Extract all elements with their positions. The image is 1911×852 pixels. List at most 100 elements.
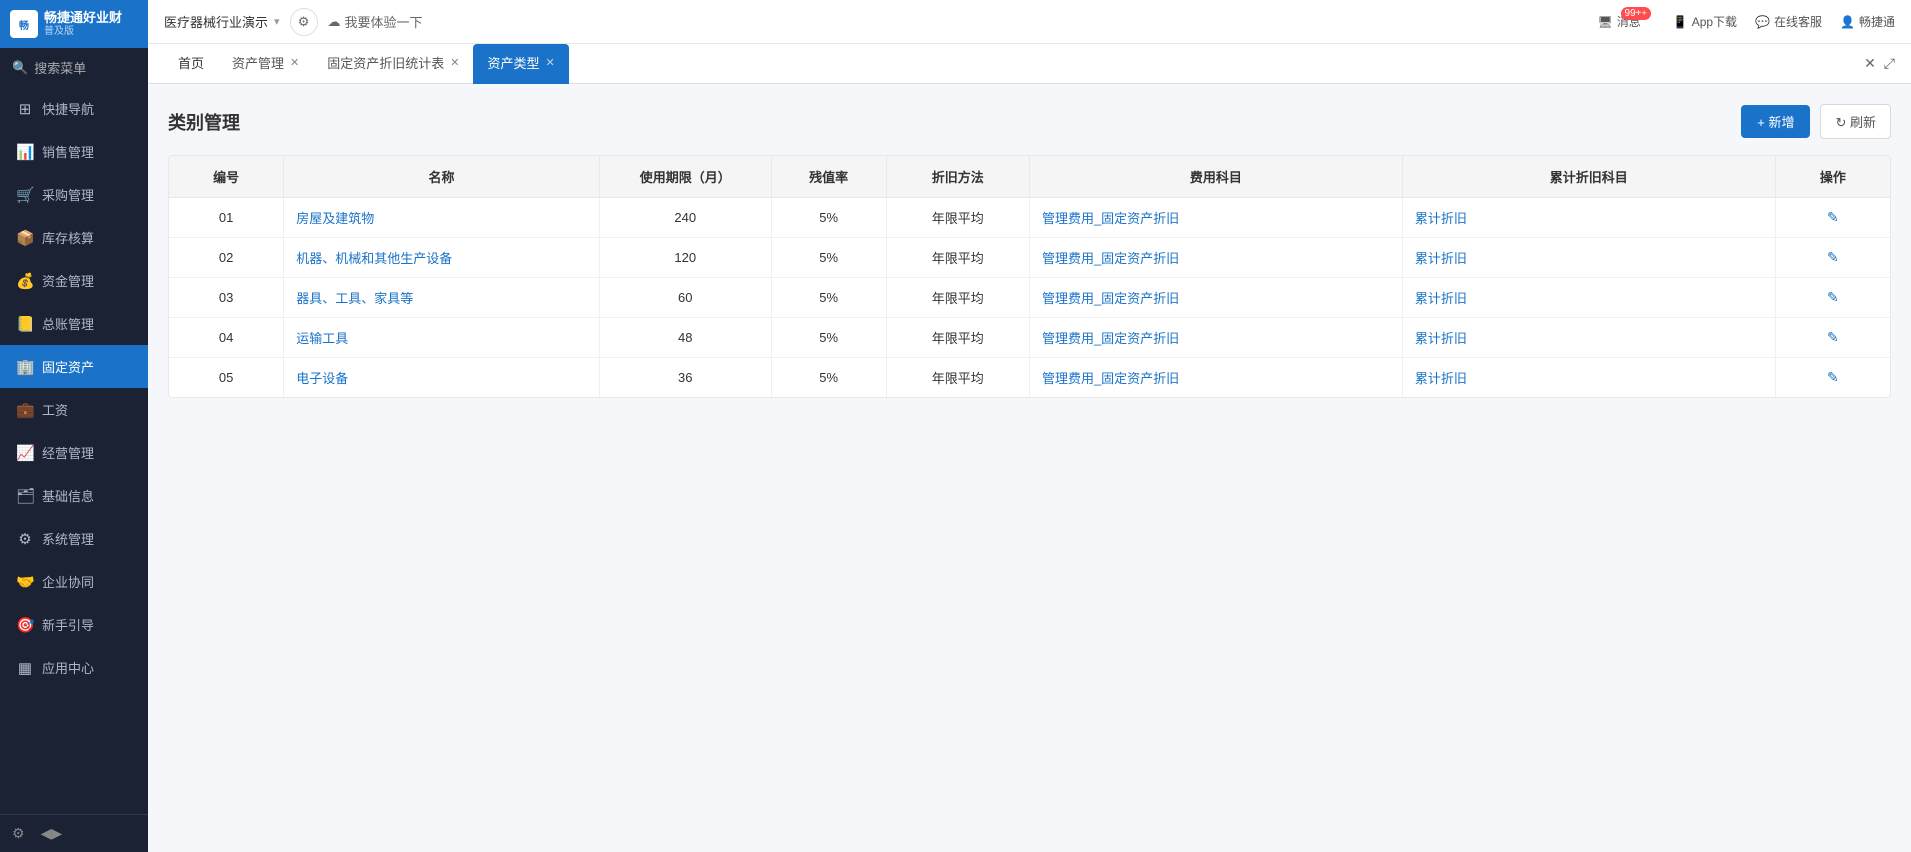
cell-accumulated: 累计折旧: [1402, 358, 1775, 398]
app-download-button[interactable]: 📱 App下载: [1673, 13, 1737, 30]
search-menu[interactable]: 🔍 搜索菜单: [0, 48, 148, 87]
guide-icon: 🎯: [16, 616, 34, 634]
operations-icon: 📈: [16, 444, 34, 462]
cell-expense: 管理费用_固定资产折旧: [1029, 198, 1402, 238]
trial-button[interactable]: ☁ 我要体验一下: [328, 12, 423, 31]
data-table-container: 编号 名称 使用期限（月） 残值率 折旧方法 费用科目 累计折旧科目 操作 01…: [168, 155, 1891, 398]
salary-icon: 💼: [16, 401, 34, 419]
col-header-accumulated: 累计折旧科目: [1402, 156, 1775, 198]
tab-home[interactable]: 首页: [164, 44, 218, 84]
message-icon: 🖥: [1598, 15, 1613, 29]
search-icon: 🔍: [12, 60, 28, 76]
tab-asset-type[interactable]: 资产类型 ✕: [473, 44, 568, 84]
cell-method: 年限平均: [886, 278, 1029, 318]
asset-type-table: 编号 名称 使用期限（月） 残值率 折旧方法 费用科目 累计折旧科目 操作 01…: [169, 156, 1890, 397]
sidebar-item-guide[interactable]: 🎯 新手引导: [0, 603, 148, 646]
edit-icon[interactable]: ✎: [1827, 249, 1839, 265]
settings-bottom-icon[interactable]: ⚙: [12, 825, 25, 842]
cell-action: ✎: [1775, 318, 1890, 358]
table-row: 01 房屋及建筑物 240 5% 年限平均 管理费用_固定资产折旧 累计折旧 ✎: [169, 198, 1890, 238]
sidebar-item-basic-info[interactable]: 🗂 基础信息: [0, 474, 148, 517]
cell-name: 房屋及建筑物: [284, 198, 600, 238]
ledger-icon: 📒: [16, 315, 34, 333]
company-chevron-icon: ▾: [274, 15, 280, 28]
cell-residual: 5%: [771, 278, 886, 318]
collapse-icon[interactable]: ◀▶: [41, 825, 63, 842]
sidebar-item-inventory[interactable]: 📦 库存核算: [0, 216, 148, 259]
sidebar-item-system[interactable]: ⚙ 系统管理: [0, 517, 148, 560]
edit-icon[interactable]: ✎: [1827, 289, 1839, 305]
quick-nav-icon: ⊞: [16, 100, 34, 118]
refresh-button[interactable]: ↻ 刷新: [1820, 104, 1891, 139]
cell-expense: 管理费用_固定资产折旧: [1029, 238, 1402, 278]
sidebar-item-capital[interactable]: 💰 资金管理: [0, 259, 148, 302]
purchase-icon: 🛒: [16, 186, 34, 204]
cell-id: 04: [169, 318, 284, 358]
sidebar-item-quick-nav[interactable]: ⊞ 快捷导航: [0, 87, 148, 130]
sidebar-item-operations[interactable]: 📈 经营管理: [0, 431, 148, 474]
main-area: 医疗器械行业演示 ▾ ⚙ ☁ 我要体验一下 🖥 消息 99++ 📱 App下载: [148, 0, 1911, 852]
system-icon: ⚙: [16, 530, 34, 548]
cell-id: 02: [169, 238, 284, 278]
cloud-icon: ☁: [328, 14, 341, 30]
tab-asset-mgmt[interactable]: 资产管理 ✕: [218, 44, 313, 84]
close-asset-mgmt-icon[interactable]: ✕: [290, 56, 299, 69]
avatar-icon: 👤: [1840, 15, 1855, 29]
cell-method: 年限平均: [886, 358, 1029, 398]
table-row: 02 机器、机械和其他生产设备 120 5% 年限平均 管理费用_固定资产折旧 …: [169, 238, 1890, 278]
cell-name: 运输工具: [284, 318, 600, 358]
edit-icon[interactable]: ✎: [1827, 209, 1839, 225]
col-header-id: 编号: [169, 156, 284, 198]
cell-name: 器具、工具、家具等: [284, 278, 600, 318]
sidebar-item-app-center[interactable]: ▦ 应用中心: [0, 646, 148, 689]
edit-icon[interactable]: ✎: [1827, 329, 1839, 345]
company-selector[interactable]: 医疗器械行业演示 ▾: [164, 12, 280, 31]
cell-accumulated: 累计折旧: [1402, 238, 1775, 278]
user-avatar[interactable]: 👤 畅捷通: [1840, 13, 1895, 30]
sidebar: 畅 畅捷通好业财 普及版 🔍 搜索菜单 ⊞ 快捷导航 📊 销售管理 🛒 采购管理…: [0, 0, 148, 852]
cell-method: 年限平均: [886, 318, 1029, 358]
tab-expand-icon[interactable]: ⤢: [1884, 55, 1895, 72]
edit-icon[interactable]: ✎: [1827, 369, 1839, 385]
close-depreciation-icon[interactable]: ✕: [450, 56, 459, 69]
user-label: 畅捷通: [1859, 13, 1895, 30]
trial-label: 我要体验一下: [345, 12, 423, 31]
topbar-left: 医疗器械行业演示 ▾ ⚙ ☁ 我要体验一下: [164, 8, 423, 36]
content-area: 类别管理 + 新增 ↻ 刷新 编号 名称 使用期限（月） 残值率 折旧方法 费用…: [148, 84, 1911, 852]
cell-expense: 管理费用_固定资产折旧: [1029, 358, 1402, 398]
message-button[interactable]: 🖥 消息 99++: [1598, 13, 1641, 30]
app-download-label: App下载: [1692, 13, 1737, 30]
cell-residual: 5%: [771, 318, 886, 358]
fixed-assets-icon: 🏢: [16, 358, 34, 376]
cell-action: ✎: [1775, 198, 1890, 238]
cell-name: 机器、机械和其他生产设备: [284, 238, 600, 278]
sidebar-item-sales[interactable]: 📊 销售管理: [0, 130, 148, 173]
cell-method: 年限平均: [886, 238, 1029, 278]
topbar-settings-button[interactable]: ⚙: [290, 8, 318, 36]
sidebar-item-fixed-assets[interactable]: 🏢 固定资产: [0, 345, 148, 388]
sidebar-item-enterprise[interactable]: 🤝 企业协同: [0, 560, 148, 603]
cell-id: 01: [169, 198, 284, 238]
close-asset-type-icon[interactable]: ✕: [546, 56, 555, 69]
page-header: 类别管理 + 新增 ↻ 刷新: [168, 104, 1891, 139]
cell-period: 60: [599, 278, 771, 318]
table-row: 04 运输工具 48 5% 年限平均 管理费用_固定资产折旧 累计折旧 ✎: [169, 318, 1890, 358]
cell-id: 05: [169, 358, 284, 398]
sidebar-item-salary[interactable]: 💼 工资: [0, 388, 148, 431]
online-service-button[interactable]: 💬 在线客服: [1755, 13, 1822, 30]
cell-accumulated: 累计折旧: [1402, 198, 1775, 238]
sidebar-item-purchase[interactable]: 🛒 采购管理: [0, 173, 148, 216]
online-service-label: 在线客服: [1774, 13, 1822, 30]
inventory-icon: 📦: [16, 229, 34, 247]
new-button[interactable]: + 新增: [1741, 105, 1810, 138]
cell-name: 电子设备: [284, 358, 600, 398]
cell-accumulated: 累计折旧: [1402, 278, 1775, 318]
app-center-icon: ▦: [16, 659, 34, 677]
tab-depreciation-table[interactable]: 固定资产折旧统计表 ✕: [313, 44, 473, 84]
cell-residual: 5%: [771, 238, 886, 278]
cell-period: 36: [599, 358, 771, 398]
cell-accumulated: 累计折旧: [1402, 318, 1775, 358]
sidebar-item-ledger[interactable]: 📒 总账管理: [0, 302, 148, 345]
cell-period: 48: [599, 318, 771, 358]
tab-close-icon[interactable]: ✕: [1864, 55, 1876, 72]
